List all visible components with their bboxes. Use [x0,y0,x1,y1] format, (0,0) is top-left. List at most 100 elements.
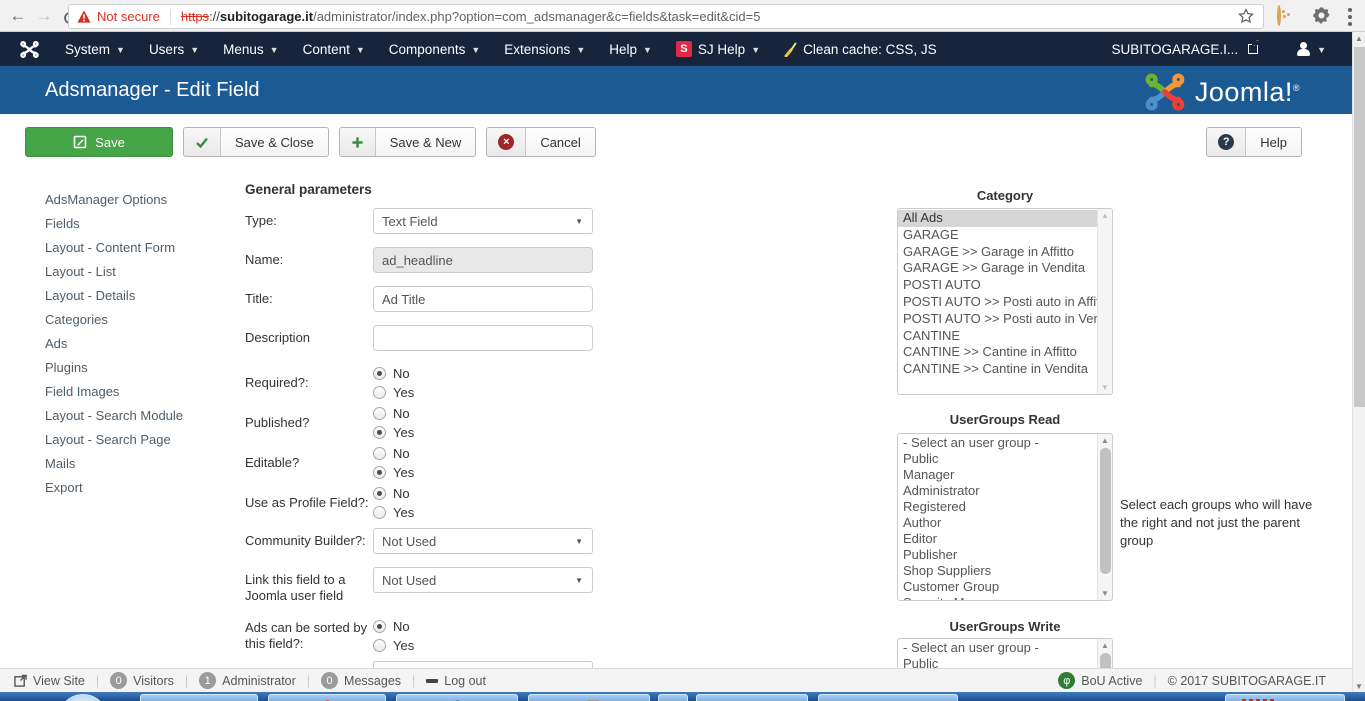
messages-link[interactable]: 0 Messages [321,672,401,689]
sortable-no-radio[interactable] [373,620,386,633]
cancel-label: Cancel [526,128,595,156]
usergroup-option[interactable]: Registered [898,499,1097,515]
community-builder-label: Community Builder?: [245,533,366,548]
sidebar-item-layout-list[interactable]: Layout - List [45,260,183,284]
usergroup-option[interactable]: Administrator [898,483,1097,499]
usergroups-read-scrollbar[interactable]: ▲ ▼ [1097,434,1112,600]
category-option[interactable]: CANTINE >> Cantine in Affitto [898,344,1097,361]
back-icon[interactable]: ← [6,4,30,28]
page-scrollbar[interactable]: ▲ ▼ [1352,32,1365,694]
category-option[interactable]: GARAGE >> Garage in Vendita [898,260,1097,277]
editable-yes-radio[interactable] [373,466,386,479]
browser-menu-icon[interactable] [1348,8,1352,26]
sidebar-item-field-images[interactable]: Field Images [45,380,183,404]
taskbar-button[interactable] [1225,694,1345,701]
sidebar-item-options[interactable]: AdsManager Options [45,188,183,212]
name-input[interactable] [373,247,593,273]
sidebar-item-categories[interactable]: Categories [45,308,183,332]
taskbar-button[interactable] [818,694,958,701]
taskbar-button[interactable] [658,694,688,701]
administrator-link[interactable]: 1 Administrator [199,672,296,689]
menu-extensions[interactable]: Extensions ▼ [492,42,597,57]
profile-yes-radio[interactable] [373,506,386,519]
community-builder-select[interactable]: Not Used ▼ [373,528,593,554]
bookmark-star-icon[interactable] [1238,8,1254,29]
category-scrollbar[interactable]: ▲ ▼ [1097,209,1112,394]
sortable-yes-radio[interactable] [373,639,386,652]
sidebar-item-layout-search-page[interactable]: Layout - Search Page [45,428,183,452]
taskbar-button[interactable] [140,694,258,701]
save-new-button[interactable]: Save & New [338,127,477,157]
type-select[interactable]: Text Field ▼ [373,208,593,234]
sidebar-item-layout-search-module[interactable]: Layout - Search Module [45,404,183,428]
category-option[interactable]: GARAGE [898,227,1097,244]
profile-no-radio[interactable] [373,487,386,500]
description-input[interactable] [373,325,593,351]
usergroup-option[interactable]: Shop Suppliers [898,563,1097,579]
cancel-button[interactable]: × Cancel [486,127,596,157]
usergroup-option[interactable]: Manager [898,467,1097,483]
required-yes-radio[interactable] [373,386,386,399]
bou-status[interactable]: φ BoU Active [1058,672,1142,689]
scroll-down-icon: ▼ [1101,383,1109,392]
category-option[interactable]: CANTINE [898,328,1097,345]
help-button[interactable]: ? Help [1206,127,1302,157]
usergroup-option[interactable]: - Select an user group - [898,435,1097,451]
title-input[interactable] [373,286,593,312]
user-menu[interactable]: ▼ [1284,42,1338,56]
menu-help[interactable]: Help ▼ [597,42,664,57]
published-no-radio[interactable] [373,407,386,420]
scrollbar-thumb[interactable] [1100,448,1111,574]
category-option[interactable]: CANTINE >> Cantine in Vendita [898,361,1097,378]
scrollbar-thumb[interactable] [1354,47,1365,407]
joomla-user-field-select[interactable]: Not Used ▼ [373,567,593,593]
usergroup-option[interactable]: - Select an user group - [898,640,1097,656]
category-option[interactable]: GARAGE >> Garage in Affitto [898,244,1097,261]
usergroup-option[interactable]: Author [898,515,1097,531]
sidebar-item-mails[interactable]: Mails [45,452,183,476]
category-listbox[interactable]: All Ads GARAGE GARAGE >> Garage in Affit… [897,208,1113,395]
taskbar-button[interactable] [696,694,808,701]
taskbar-button[interactable] [268,694,386,701]
visitors-link[interactable]: 0 Visitors [110,672,174,689]
menu-components[interactable]: Components ▼ [377,42,492,57]
sidebar-item-fields[interactable]: Fields [45,212,183,236]
usergroup-option[interactable]: Editor [898,531,1097,547]
start-button[interactable] [58,694,108,701]
taskbar-button[interactable] [528,694,650,701]
chevron-down-icon: ▼ [190,45,200,55]
menu-users[interactable]: Users ▼ [137,42,211,57]
menu-clean-cache[interactable]: Clean cache: CSS, JS [772,42,949,57]
usergroup-option[interactable]: Customer Group [898,579,1097,595]
menu-content[interactable]: Content ▼ [291,42,377,57]
save-close-button[interactable]: Save & Close [183,127,329,157]
view-site-link[interactable]: View Site [14,674,85,688]
sidebar-item-layout-content-form[interactable]: Layout - Content Form [45,236,183,260]
sidebar-item-ads[interactable]: Ads [45,332,183,356]
sidebar-item-export[interactable]: Export [45,476,183,500]
editable-no-radio[interactable] [373,447,386,460]
usergroup-option[interactable]: Public [898,451,1097,467]
published-yes-radio[interactable] [373,426,386,439]
required-no-radio[interactable] [373,367,386,380]
site-preview-link[interactable]: SUBITOGARAGE.I... [1100,38,1271,57]
sidebar-item-layout-details[interactable]: Layout - Details [45,284,183,308]
category-option[interactable]: POSTI AUTO >> Posti auto in Vendita [898,311,1097,328]
usergroup-option[interactable]: Publisher [898,547,1097,563]
category-option[interactable]: POSTI AUTO >> Posti auto in Affitto [898,294,1097,311]
address-bar[interactable]: Not secure https://subitogarage.it/admin… [68,4,1264,29]
logout-link[interactable]: Log out [426,674,486,688]
save-button[interactable]: Save [25,127,173,157]
category-option[interactable]: All Ads [898,210,1097,227]
usergroup-option[interactable]: Security Manager [898,595,1097,600]
sidebar-item-plugins[interactable]: Plugins [45,356,183,380]
usergroups-read-listbox[interactable]: - Select an user group - Public Manager … [897,433,1113,601]
category-option[interactable]: POSTI AUTO [898,277,1097,294]
forward-icon[interactable]: → [32,4,56,28]
gear-extension-icon[interactable] [1313,7,1330,29]
taskbar-button[interactable] [396,694,518,701]
menu-menus[interactable]: Menus ▼ [211,42,290,57]
cookie-extension-icon[interactable] [1277,5,1290,26]
menu-sj-help[interactable]: S SJ Help ▼ [664,41,772,57]
menu-system[interactable]: System ▼ [53,42,137,57]
